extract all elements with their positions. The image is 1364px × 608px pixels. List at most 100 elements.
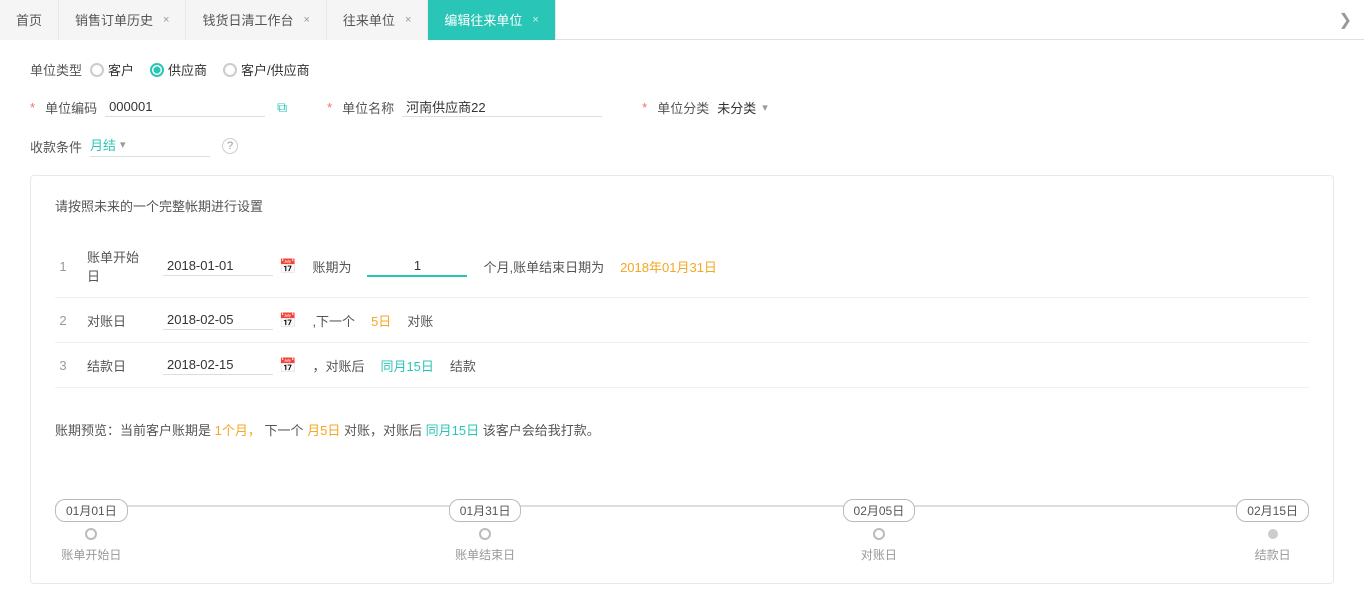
preview-end: 该客户会给我打款。 <box>483 423 600 438</box>
radio-cs-circle <box>223 63 237 77</box>
payment-date-input[interactable] <box>163 355 273 375</box>
recon-suffix: 对账 <box>407 311 433 330</box>
recon-prefix: ,下一个 <box>312 311 355 330</box>
preview-recon-suffix: 对账，对账后 <box>344 423 422 438</box>
payment-highlight: 同月15日 <box>380 356 433 375</box>
category-dropdown[interactable]: 未分类 ▾ <box>717 98 768 117</box>
help-question-mark: ? <box>227 140 233 152</box>
unit-type-group: 单位类型 客户 供应商 客户/供应商 <box>30 60 310 79</box>
radio-supplier-circle <box>150 63 164 77</box>
settings-row-2: 2 对账日 📅 ,下一个 5日 对账 <box>55 298 1309 343</box>
payment-value: 月结 <box>90 135 116 154</box>
period-unit-text: 个月,账单结束日期为 <box>483 257 604 276</box>
settings-title: 请按照未来的一个完整帐期进行设置 <box>55 196 1309 215</box>
node-payment-name: 结款日 <box>1255 546 1291 563</box>
start-date-input[interactable] <box>163 256 273 276</box>
tab-sales-close[interactable]: × <box>163 14 169 26</box>
preview-payment-day: 同月15日 <box>426 423 479 438</box>
chevron-right-icon: ❯ <box>1339 12 1352 29</box>
preview-period: 1个月， <box>215 423 261 438</box>
node-recon-badge: 02月05日 <box>843 499 916 522</box>
row-label-3: 结款日 <box>87 356 147 375</box>
name-label: 单位名称 <box>342 98 394 117</box>
radio-supplier-label: 供应商 <box>168 60 207 79</box>
node-start-name: 账单开始日 <box>61 546 121 563</box>
category-arrow-icon: ▾ <box>762 101 768 114</box>
tab-cash-label: 钱货日清工作台 <box>202 10 293 29</box>
preview-recon-prefix: 下一个 <box>265 423 304 438</box>
node-payment-badge: 02月15日 <box>1236 499 1309 522</box>
tab-edit-partner[interactable]: 编辑往来单位 × <box>428 0 555 40</box>
copy-icon[interactable]: ⧉ <box>277 99 287 116</box>
row-num-1: 1 <box>55 259 71 274</box>
timeline-nodes: 01月01日 账单开始日 01月31日 账单结束日 02月05日 对账日 <box>55 499 1309 563</box>
name-required: * <box>327 100 332 115</box>
tab-partner-close[interactable]: × <box>405 14 411 26</box>
settings-box: 请按照未来的一个完整帐期进行设置 1 账单开始日 📅 账期为 个月,账单结束日期… <box>30 175 1334 584</box>
payment-help-icon[interactable]: ? <box>222 138 238 154</box>
node-payment-dot <box>1268 529 1278 539</box>
radio-customer-circle <box>90 63 104 77</box>
payment-select[interactable]: 月结 ▾ <box>90 135 210 157</box>
tabs-bar: 首页 销售订单历史 × 钱货日清工作台 × 往来单位 × 编辑往来单位 × ❯ <box>0 0 1364 40</box>
code-input[interactable] <box>105 97 265 117</box>
settings-row-1: 1 账单开始日 📅 账期为 个月,账单结束日期为 2018年01月31日 <box>55 235 1309 298</box>
start-calendar-icon[interactable]: 📅 <box>279 258 296 275</box>
category-group: * 单位分类 未分类 ▾ <box>642 98 768 117</box>
unit-type-row: 单位类型 客户 供应商 客户/供应商 <box>30 60 1334 79</box>
settings-row-3: 3 结款日 📅 ，对账后 同月15日 结款 <box>55 343 1309 388</box>
preview-text: 账期预览：当前客户账期是 1个月， 下一个 月5日 对账，对账后 同月15日 该… <box>55 420 1309 439</box>
radio-customer-supplier[interactable]: 客户/供应商 <box>223 60 310 79</box>
recon-calendar-icon[interactable]: 📅 <box>279 312 296 329</box>
node-recon-name: 对账日 <box>861 546 897 563</box>
tab-cash-close[interactable]: × <box>303 14 309 26</box>
node-recon-dot <box>873 528 885 540</box>
tab-edit-label: 编辑往来单位 <box>444 10 522 29</box>
tab-partner-label: 往来单位 <box>343 10 395 29</box>
node-end-dot <box>479 528 491 540</box>
payment-label: 收款条件 <box>30 137 82 156</box>
code-group: * 单位编码 ⧉ <box>30 97 287 117</box>
name-input[interactable] <box>402 97 602 117</box>
payment-calendar-icon[interactable]: 📅 <box>279 357 296 374</box>
category-value: 未分类 <box>717 98 756 117</box>
timeline-node-payment: 02月15日 结款日 <box>1236 499 1309 563</box>
tab-sales-history[interactable]: 销售订单历史 × <box>59 0 186 40</box>
timeline-node-recon: 02月05日 对账日 <box>843 499 916 563</box>
tab-more-button[interactable]: ❯ <box>1327 10 1364 30</box>
radio-customer[interactable]: 客户 <box>90 60 134 79</box>
main-content: 单位类型 客户 供应商 客户/供应商 * 单位编码 <box>0 40 1364 608</box>
row-label-1: 账单开始日 <box>87 247 147 285</box>
preview-recon-day: 月5日 <box>307 423 340 438</box>
tab-cash-workbench[interactable]: 钱货日清工作台 × <box>186 0 326 40</box>
preview-section: 账期预览：当前客户账期是 1个月， 下一个 月5日 对账，对账后 同月15日 该… <box>55 404 1309 563</box>
radio-customer-label: 客户 <box>108 60 134 79</box>
recon-date-wrapper: 📅 <box>163 310 296 330</box>
period-input[interactable] <box>367 256 467 277</box>
recon-highlight: 5日 <box>371 311 391 330</box>
tab-home-label: 首页 <box>16 10 42 29</box>
node-start-badge: 01月01日 <box>55 499 128 522</box>
payment-prefix: ，对账后 <box>312 356 364 375</box>
unit-type-label: 单位类型 <box>30 60 82 79</box>
category-label: 单位分类 <box>657 98 709 117</box>
code-label: 单位编码 <box>45 98 97 117</box>
period-label: 账期为 <box>312 257 351 276</box>
payment-date-wrapper: 📅 <box>163 355 296 375</box>
radio-cs-label: 客户/供应商 <box>241 60 310 79</box>
payment-group: 收款条件 月结 ▾ ? <box>30 135 238 157</box>
payment-dropdown-icon: ▾ <box>120 138 126 151</box>
payment-suffix: 结款 <box>450 356 476 375</box>
payment-row: 收款条件 月结 ▾ ? <box>30 135 1334 157</box>
tab-edit-close[interactable]: × <box>532 14 538 26</box>
category-required: * <box>642 100 647 115</box>
node-start-dot <box>85 528 97 540</box>
recon-date-input[interactable] <box>163 310 273 330</box>
tab-partner-units[interactable]: 往来单位 × <box>327 0 428 40</box>
radio-supplier[interactable]: 供应商 <box>150 60 207 79</box>
row-num-2: 2 <box>55 313 71 328</box>
tab-home[interactable]: 首页 <box>0 0 59 40</box>
timeline-node-end: 01月31日 账单结束日 <box>449 499 522 563</box>
code-name-row: * 单位编码 ⧉ * 单位名称 * 单位分类 未分类 ▾ <box>30 97 1334 117</box>
code-required: * <box>30 100 35 115</box>
